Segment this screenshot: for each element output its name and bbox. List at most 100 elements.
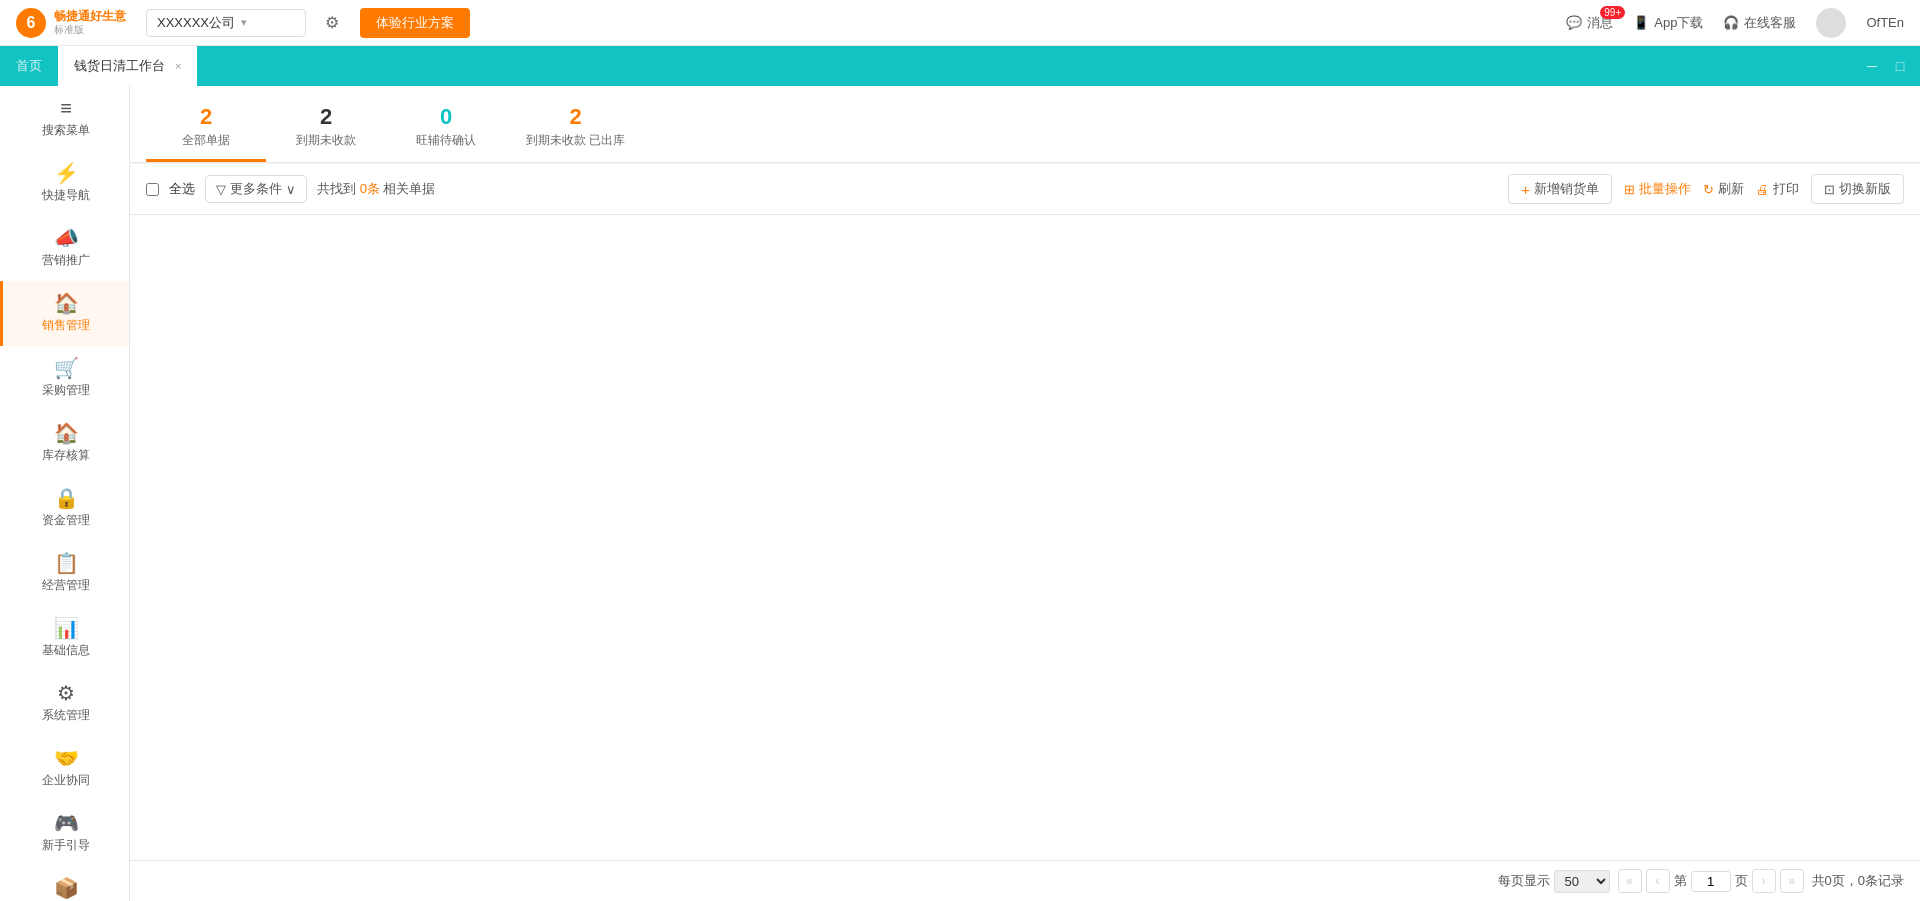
avatar[interactable]	[1816, 8, 1846, 38]
sidebar-item-guide[interactable]: 🎮 新手引导	[0, 801, 129, 866]
summary-tab-overdue-out[interactable]: 2 到期未收款 已出库	[506, 96, 645, 162]
tab-maximize-button[interactable]: □	[1888, 54, 1912, 78]
sidebar-basic-info-label: 基础信息	[42, 642, 90, 659]
page-size-select[interactable]: 50 20 100	[1554, 870, 1610, 893]
summary-tab-overdue[interactable]: 2 到期未收款	[266, 96, 386, 162]
pagination-bar: 每页显示 50 20 100 « ‹ 第 页 › » 共0页，0条记录	[130, 860, 1920, 901]
refresh-icon: ↻	[1703, 182, 1714, 197]
sidebar-item-sales[interactable]: 🏠 销售管理	[0, 281, 129, 346]
basic-info-icon: 📊	[54, 618, 79, 638]
sidebar-item-finance[interactable]: 🔒 资金管理	[0, 476, 129, 541]
username: OfTEn	[1866, 15, 1904, 30]
chevron-down-icon: ▾	[241, 16, 247, 29]
print-icon: 🖨	[1756, 182, 1769, 197]
sidebar-item-operation[interactable]: 📋 经营管理	[0, 541, 129, 606]
filter-label: 更多条件	[230, 180, 282, 198]
filter-button[interactable]: ▽ 更多条件 ∨	[205, 175, 307, 203]
page-next-button[interactable]: ›	[1752, 869, 1776, 893]
tab-minimize-button[interactable]: ─	[1860, 54, 1884, 78]
sidebar-purchase-label: 采购管理	[42, 382, 90, 399]
sidebar-search-menu-label: 搜索菜单	[42, 122, 90, 139]
message-button[interactable]: 💬 消息 99+	[1566, 14, 1613, 32]
logo-icon: 6	[16, 8, 46, 38]
switch-label: 切换新版	[1839, 180, 1891, 198]
trial-button[interactable]: 体验行业方案	[360, 8, 470, 38]
summary-tab-overdue-out-count: 2	[570, 104, 582, 130]
sidebar-guide-label: 新手引导	[42, 837, 90, 854]
sidebar-coop-label: 企业协同	[42, 772, 90, 789]
refresh-label: 刷新	[1718, 180, 1744, 198]
page-prev-button[interactable]: ‹	[1646, 869, 1670, 893]
batch-label: 批量操作	[1639, 180, 1691, 198]
result-count: 0条	[360, 181, 380, 196]
message-badge: 99+	[1600, 6, 1625, 19]
header-right: 💬 消息 99+ 📱 App下载 🎧 在线客服 OfTEn	[1566, 8, 1904, 38]
summary-tab-overdue-count: 2	[320, 104, 332, 130]
app-download-icon: 📱	[1633, 15, 1649, 30]
quick-nav-icon: ⚡	[54, 163, 79, 183]
page-navigation: « ‹ 第 页 › »	[1618, 869, 1804, 893]
app-download-button[interactable]: 📱 App下载	[1633, 14, 1703, 32]
page-size-label: 每页显示	[1498, 872, 1550, 890]
sidebar-item-inventory[interactable]: 🏠 库存核算	[0, 411, 129, 476]
refresh-button[interactable]: ↻ 刷新	[1703, 180, 1744, 198]
tab-workbench[interactable]: 钱货日清工作台 ×	[58, 46, 197, 86]
settings-button[interactable]: ⚙	[316, 7, 348, 39]
print-button[interactable]: 🖨 打印	[1756, 180, 1799, 198]
system-icon: ⚙	[57, 683, 75, 703]
sidebar-item-system[interactable]: ⚙ 系统管理	[0, 671, 129, 736]
coop-icon: 🤝	[54, 748, 79, 768]
sidebar-marketing-label: 营销推广	[42, 252, 90, 269]
logo-text: 畅捷通好生意 标准版	[54, 9, 126, 35]
page-label: 第	[1674, 872, 1687, 890]
sidebar-item-purchase[interactable]: 🛒 采购管理	[0, 346, 129, 411]
sidebar-item-coop[interactable]: 🤝 企业协同	[0, 736, 129, 801]
operation-icon: 📋	[54, 553, 79, 573]
sidebar-item-basic-info[interactable]: 📊 基础信息	[0, 606, 129, 671]
logo-area: 6 畅捷通好生意 标准版	[16, 8, 146, 38]
toolbar-right: + 新增销货单 ⊞ 批量操作 ↻ 刷新 🖨 打印 ⊡ 切换新版	[1508, 174, 1904, 204]
sidebar-quick-nav-label: 快捷导航	[42, 187, 90, 204]
summary-tab-pending[interactable]: 0 旺辅待确认	[386, 96, 506, 162]
tab-workbench-label: 钱货日清工作台	[74, 57, 165, 75]
switch-new-version-button[interactable]: ⊡ 切换新版	[1811, 174, 1904, 204]
online-service-button[interactable]: 🎧 在线客服	[1723, 14, 1796, 32]
sidebar-operation-label: 经营管理	[42, 577, 90, 594]
summary-tab-overdue-out-label: 到期未收款 已出库	[526, 132, 625, 149]
sidebar-item-app-center[interactable]: 📦 应用中心	[0, 866, 129, 901]
sidebar: ≡ 搜索菜单 ⚡ 快捷导航 📣 营销推广 🏠 销售管理 🛒 采购管理 🏠 库存核…	[0, 86, 130, 901]
filter-icon: ▽	[216, 182, 226, 197]
tab-actions: ─ □	[1860, 46, 1920, 86]
finance-icon: 🔒	[54, 488, 79, 508]
summary-tab-overdue-label: 到期未收款	[296, 132, 356, 149]
tab-home[interactable]: 首页	[0, 46, 58, 86]
logo-title: 畅捷通好生意	[54, 9, 126, 23]
batch-operation-button[interactable]: ⊞ 批量操作	[1624, 180, 1691, 198]
online-service-icon: 🎧	[1723, 15, 1739, 30]
page-first-button[interactable]: «	[1618, 869, 1642, 893]
sidebar-item-marketing[interactable]: 📣 营销推广	[0, 216, 129, 281]
app-center-icon: 📦	[54, 878, 79, 898]
tab-close-icon[interactable]: ×	[175, 60, 181, 72]
sidebar-item-search-menu[interactable]: ≡ 搜索菜单	[0, 86, 129, 151]
logo-subtitle: 标准版	[54, 24, 126, 36]
summary-tab-all[interactable]: 2 全部单据	[146, 96, 266, 162]
sidebar-item-quick-nav[interactable]: ⚡ 快捷导航	[0, 151, 129, 216]
top-header: 6 畅捷通好生意 标准版 XXXXXX公司 ▾ ⚙ 体验行业方案 💬 消息 99…	[0, 0, 1920, 46]
message-icon: 💬	[1566, 15, 1582, 30]
sidebar-inventory-label: 库存核算	[42, 447, 90, 464]
main-layout: ≡ 搜索菜单 ⚡ 快捷导航 📣 营销推广 🏠 销售管理 🛒 采购管理 🏠 库存核…	[0, 86, 1920, 901]
select-all-checkbox[interactable]	[146, 183, 159, 196]
page-input[interactable]	[1691, 871, 1731, 892]
inventory-icon: 🏠	[54, 423, 79, 443]
page-last-button[interactable]: »	[1780, 869, 1804, 893]
new-sale-button[interactable]: + 新增销货单	[1508, 174, 1612, 204]
marketing-icon: 📣	[54, 228, 79, 248]
online-service-label: 在线客服	[1744, 14, 1796, 32]
switch-icon: ⊡	[1824, 182, 1835, 197]
company-selector[interactable]: XXXXXX公司 ▾	[146, 9, 306, 37]
summary-tabs: 2 全部单据 2 到期未收款 0 旺辅待确认 2 到期未收款 已出库	[130, 86, 1920, 163]
guide-icon: 🎮	[54, 813, 79, 833]
purchase-icon: 🛒	[54, 358, 79, 378]
filter-chevron-icon: ∨	[286, 182, 296, 197]
